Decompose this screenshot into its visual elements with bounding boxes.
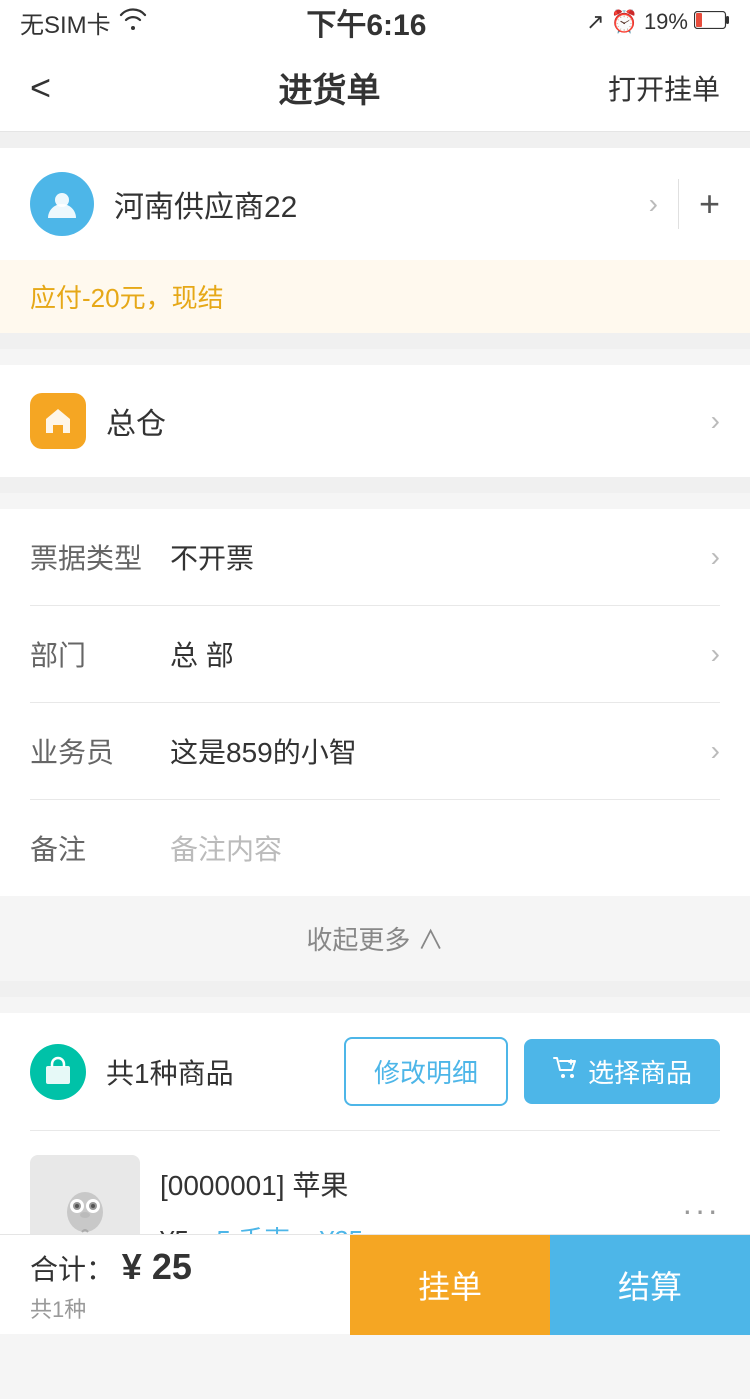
- status-bar: 无SIM卡 下午6:16 ↗ ⏰ 19%: [0, 0, 750, 44]
- collapse-button[interactable]: 收起更多 ∧: [0, 896, 750, 981]
- warehouse-row[interactable]: 总仓 ›: [0, 365, 750, 477]
- product-code: [0000001]: [160, 1170, 285, 1201]
- invoice-chevron-icon: ›: [711, 541, 720, 573]
- dept-row[interactable]: 部门 总 部 ›: [0, 606, 750, 702]
- wifi-icon: [119, 8, 147, 37]
- invoice-value: 不开票: [170, 537, 711, 577]
- dept-label: 部门: [30, 634, 170, 674]
- product-section-icon: [30, 1044, 86, 1100]
- supplier-divider: [678, 179, 679, 229]
- warehouse-chevron-icon: ›: [711, 405, 720, 437]
- battery-icon: [694, 9, 730, 35]
- remark-row[interactable]: 备注 备注内容: [0, 800, 750, 896]
- select-product-label: 选择商品: [588, 1053, 692, 1090]
- open-pending-button[interactable]: 打开挂单: [608, 68, 720, 108]
- dept-chevron-icon: ›: [711, 638, 720, 670]
- invoice-row[interactable]: 票据类型 不开票 ›: [0, 509, 750, 605]
- nav-bar: < 进货单 打开挂单: [0, 44, 750, 132]
- page-title: 进货单: [279, 63, 381, 112]
- remark-input[interactable]: 备注内容: [170, 828, 720, 868]
- sales-value: 这是859的小智: [170, 731, 711, 771]
- cart-icon: [552, 1056, 580, 1087]
- warehouse-icon: [30, 393, 86, 449]
- checkout-button[interactable]: 结算: [550, 1235, 750, 1335]
- supplier-section: 河南供应商22 › + 应付-20元，现结: [0, 148, 750, 333]
- total-section: 合计： ¥ 25 共1种: [0, 1246, 350, 1324]
- location-icon: ↗: [586, 9, 604, 35]
- warehouse-section[interactable]: 总仓 ›: [0, 365, 750, 477]
- alarm-icon: ⏰: [611, 9, 638, 35]
- supplier-row[interactable]: 河南供应商22 › +: [0, 148, 750, 260]
- product-title: 苹果: [292, 1170, 348, 1201]
- section-divider-3: [0, 477, 750, 493]
- add-button[interactable]: +: [699, 183, 720, 225]
- sales-row[interactable]: 业务员 这是859的小智 ›: [0, 703, 750, 799]
- product-count-label: 共1种商品: [106, 1052, 344, 1092]
- notice-text: 应付-20元，现结: [30, 283, 224, 313]
- notice-bar: 应付-20元，现结: [0, 260, 750, 333]
- carrier-label: 无SIM卡: [20, 5, 111, 40]
- edit-detail-button[interactable]: 修改明细: [344, 1037, 508, 1106]
- form-section: 票据类型 不开票 › 部门 总 部 › 业务员 这是859的小智 › 备注 备注…: [0, 509, 750, 896]
- invoice-label: 票据类型: [30, 537, 170, 577]
- sales-label: 业务员: [30, 731, 170, 771]
- section-divider-2: [0, 333, 750, 349]
- total-amount: ¥ 25: [122, 1246, 192, 1287]
- supplier-chevron-icon: ›: [649, 188, 658, 220]
- total-label: 合计：: [30, 1254, 114, 1285]
- collapse-label: 收起更多 ∧: [306, 925, 443, 955]
- status-time: 下午6:16: [306, 0, 426, 44]
- total-row: 合计： ¥ 25: [30, 1246, 320, 1288]
- section-divider-1: [0, 132, 750, 148]
- status-left: 无SIM卡: [20, 5, 147, 40]
- supplier-name: 河南供应商22: [114, 182, 649, 226]
- sales-chevron-icon: ›: [711, 735, 720, 767]
- battery-label: 19%: [644, 9, 688, 35]
- total-count: 共1种: [30, 1292, 320, 1324]
- supplier-avatar: [30, 172, 94, 236]
- select-product-button[interactable]: 选择商品: [524, 1039, 720, 1104]
- bottom-bar: 合计： ¥ 25 共1种 挂单 结算: [0, 1234, 750, 1334]
- product-name: [0000001] 苹果: [160, 1164, 682, 1204]
- back-button[interactable]: <: [30, 67, 51, 109]
- product-header: 共1种商品 修改明细 选择商品: [0, 1013, 750, 1130]
- warehouse-name: 总仓: [106, 399, 711, 443]
- more-options-button[interactable]: ···: [682, 1192, 720, 1229]
- status-right: ↗ ⏰ 19%: [586, 9, 730, 35]
- remark-label: 备注: [30, 828, 170, 868]
- dept-value: 总 部: [170, 634, 711, 674]
- section-divider-4: [0, 981, 750, 997]
- hang-button[interactable]: 挂单: [350, 1235, 550, 1335]
